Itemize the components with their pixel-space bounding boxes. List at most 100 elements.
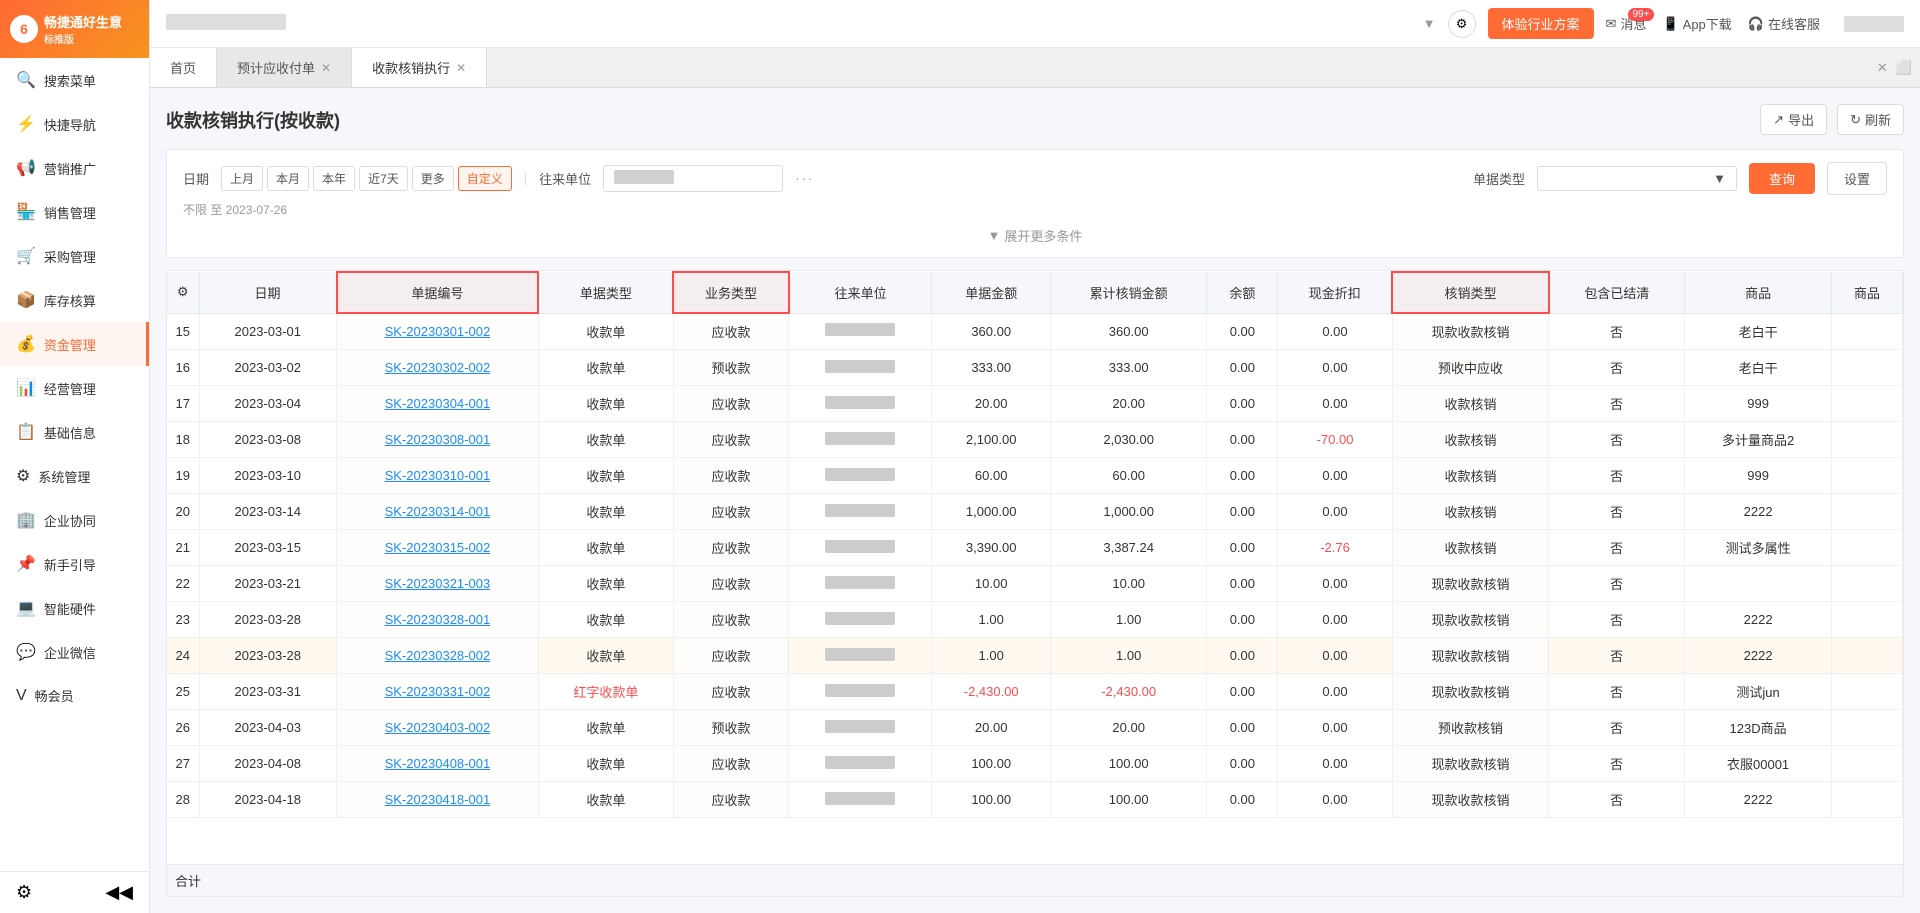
sidebar-item-basic[interactable]: 📋 基础信息 — [0, 410, 149, 454]
sidebar-item-member[interactable]: V 畅会员 — [0, 674, 149, 717]
messages-button[interactable]: ✉ 消息 99+ — [1606, 14, 1647, 33]
cell-amount: 3,390.00 — [932, 530, 1050, 566]
solution-button[interactable]: 体验行业方案 — [1488, 8, 1594, 39]
sidebar-item-capital[interactable]: 💰 资金管理 — [0, 322, 149, 366]
table-row: 15 2023-03-01 SK-20230301-002 收款单 应收款 36… — [167, 313, 1903, 350]
unit-input[interactable] — [603, 165, 783, 192]
refresh-button[interactable]: ↻ 刷新 — [1837, 104, 1904, 135]
tab-home[interactable]: 首页 — [150, 48, 217, 87]
filter-setting-button[interactable]: 设置 — [1827, 162, 1887, 195]
chevron-down-icon[interactable]: ▼ — [1423, 16, 1436, 31]
order-link[interactable]: SK-20230328-002 — [385, 648, 491, 663]
cell-product2 — [1832, 422, 1903, 458]
table-row: 16 2023-03-02 SK-20230302-002 收款单 预收款 33… — [167, 350, 1903, 386]
sidebar-item-guide[interactable]: 📌 新手引导 — [0, 542, 149, 586]
sidebar-item-purchase[interactable]: 🛒 采购管理 — [0, 234, 149, 278]
app-download-button[interactable]: 📱 App下载 — [1662, 14, 1731, 33]
cell-partner — [789, 422, 932, 458]
cell-product: 999 — [1685, 386, 1832, 422]
top-icons-group: ✉ 消息 99+ 📱 App下载 🎧 在线客服 — [1606, 14, 1904, 33]
order-link[interactable]: SK-20230310-001 — [385, 468, 491, 483]
export-button[interactable]: ↗ 导出 — [1760, 104, 1827, 135]
last-month-btn[interactable]: 上月 — [221, 166, 263, 191]
cell-amount: -2,430.00 — [932, 674, 1050, 710]
footer-total-label: 合计 — [175, 874, 201, 889]
order-link[interactable]: SK-20230331-002 — [385, 684, 491, 699]
service-label: 在线客服 — [1768, 14, 1820, 33]
cell-cancel-type: 收款核销 — [1392, 494, 1548, 530]
sidebar-item-search[interactable]: 🔍 搜索菜单 — [0, 58, 149, 102]
sidebar-item-system[interactable]: ⚙ 系统管理 — [0, 454, 149, 498]
tab-collection[interactable]: 收款核销执行 ✕ — [352, 48, 487, 87]
cell-balance: 0.00 — [1207, 350, 1278, 386]
cell-balance: 0.00 — [1207, 566, 1278, 602]
sidebar-item-operation[interactable]: 📊 经营管理 — [0, 366, 149, 410]
cell-date: 2023-03-14 — [199, 494, 337, 530]
custom-date-btn[interactable]: 自定义 — [458, 166, 512, 191]
money-icon: 💰 — [16, 334, 36, 354]
cell-date: 2023-03-10 — [199, 458, 337, 494]
order-link[interactable]: SK-20230315-002 — [385, 540, 491, 555]
close-tab-icon[interactable]: ✕ — [1877, 60, 1888, 76]
sidebar-bottom: ⚙ ◀◀ — [0, 871, 149, 913]
this-month-btn[interactable]: 本月 — [267, 166, 309, 191]
sidebar-item-corp[interactable]: 🏢 企业协同 — [0, 498, 149, 542]
sidebar-item-hardware[interactable]: 💻 智能硬件 — [0, 586, 149, 630]
settings-icon[interactable]: ⚙ — [1448, 10, 1476, 38]
query-button[interactable]: 查询 — [1749, 163, 1815, 194]
th-settings[interactable]: ⚙ — [167, 272, 199, 313]
tab-prepay[interactable]: 预计应收付单 ✕ — [217, 48, 352, 87]
tab-collection-close[interactable]: ✕ — [456, 61, 466, 75]
table-scroll[interactable]: ⚙ 日期 单据编号 单据类型 业务类型 往来单位 单据金额 累计核销金额 余额 … — [167, 271, 1903, 864]
cell-order-no: SK-20230301-002 — [337, 313, 539, 350]
sidebar-item-label: 营销推广 — [44, 159, 96, 178]
cell-partner — [789, 530, 932, 566]
sidebar-item-quick[interactable]: ⚡ 快捷导航 — [0, 102, 149, 146]
cell-cancel-type: 现款收款核销 — [1392, 746, 1548, 782]
laptop-icon: 💻 — [16, 598, 36, 618]
tab-prepay-close[interactable]: ✕ — [321, 61, 331, 75]
cell-cash-discount: -70.00 — [1278, 422, 1392, 458]
order-link[interactable]: SK-20230403-002 — [385, 720, 491, 735]
sidebar-item-marketing[interactable]: 📢 营销推广 — [0, 146, 149, 190]
cell-order-no: SK-20230328-001 — [337, 602, 539, 638]
megaphone-icon: 📢 — [16, 158, 36, 178]
top-header: ▼ ⚙ 体验行业方案 ✉ 消息 99+ 📱 App下载 🎧 在线客服 — [150, 0, 1920, 48]
this-year-btn[interactable]: 本年 — [313, 166, 355, 191]
order-link[interactable]: SK-20230302-002 — [385, 360, 491, 375]
order-link[interactable]: SK-20230314-001 — [385, 504, 491, 519]
receipt-type-select[interactable]: ▼ — [1537, 166, 1737, 191]
order-link[interactable]: SK-20230321-003 — [385, 576, 491, 591]
table-row: 28 2023-04-18 SK-20230418-001 收款单 应收款 10… — [167, 782, 1903, 818]
order-link[interactable]: SK-20230418-001 — [385, 792, 491, 807]
order-link[interactable]: SK-20230301-002 — [385, 324, 491, 339]
order-link[interactable]: SK-20230328-001 — [385, 612, 491, 627]
maximize-icon[interactable]: ⬜ — [1896, 60, 1912, 76]
online-service-button[interactable]: 🎧 在线客服 — [1748, 14, 1820, 33]
edition-label: 标推版 — [44, 31, 122, 46]
building-icon: 🏢 — [16, 510, 36, 530]
cell-balance: 0.00 — [1207, 746, 1278, 782]
last7days-btn[interactable]: 近7天 — [359, 166, 408, 191]
order-link[interactable]: SK-20230408-001 — [385, 756, 491, 771]
cell-include-settled: 否 — [1549, 422, 1685, 458]
cell-include-settled: 否 — [1549, 746, 1685, 782]
cell-doc-type: 收款单 — [538, 313, 673, 350]
partner-blurred — [825, 360, 895, 373]
collapse-icon[interactable]: ◀◀ — [105, 882, 133, 903]
cell-include-settled: 否 — [1549, 350, 1685, 386]
sidebar-item-wechat[interactable]: 💬 企业微信 — [0, 630, 149, 674]
order-link[interactable]: SK-20230308-001 — [385, 432, 491, 447]
order-link[interactable]: SK-20230304-001 — [385, 396, 491, 411]
settings-bottom-icon[interactable]: ⚙ — [16, 882, 32, 903]
more-date-btn[interactable]: 更多 — [412, 166, 454, 191]
cell-amount: 20.00 — [932, 710, 1050, 746]
member-icon: V — [16, 687, 27, 705]
expand-more-btn[interactable]: ▼ 展开更多条件 — [988, 226, 1083, 245]
cell-product: 衣服00001 — [1685, 746, 1832, 782]
sidebar-item-stock[interactable]: 📦 库存核算 — [0, 278, 149, 322]
sidebar-item-sales[interactable]: 🏪 销售管理 — [0, 190, 149, 234]
cell-amount: 1.00 — [932, 602, 1050, 638]
cell-product2 — [1832, 530, 1903, 566]
cell-cancel-type: 现款收款核销 — [1392, 313, 1548, 350]
